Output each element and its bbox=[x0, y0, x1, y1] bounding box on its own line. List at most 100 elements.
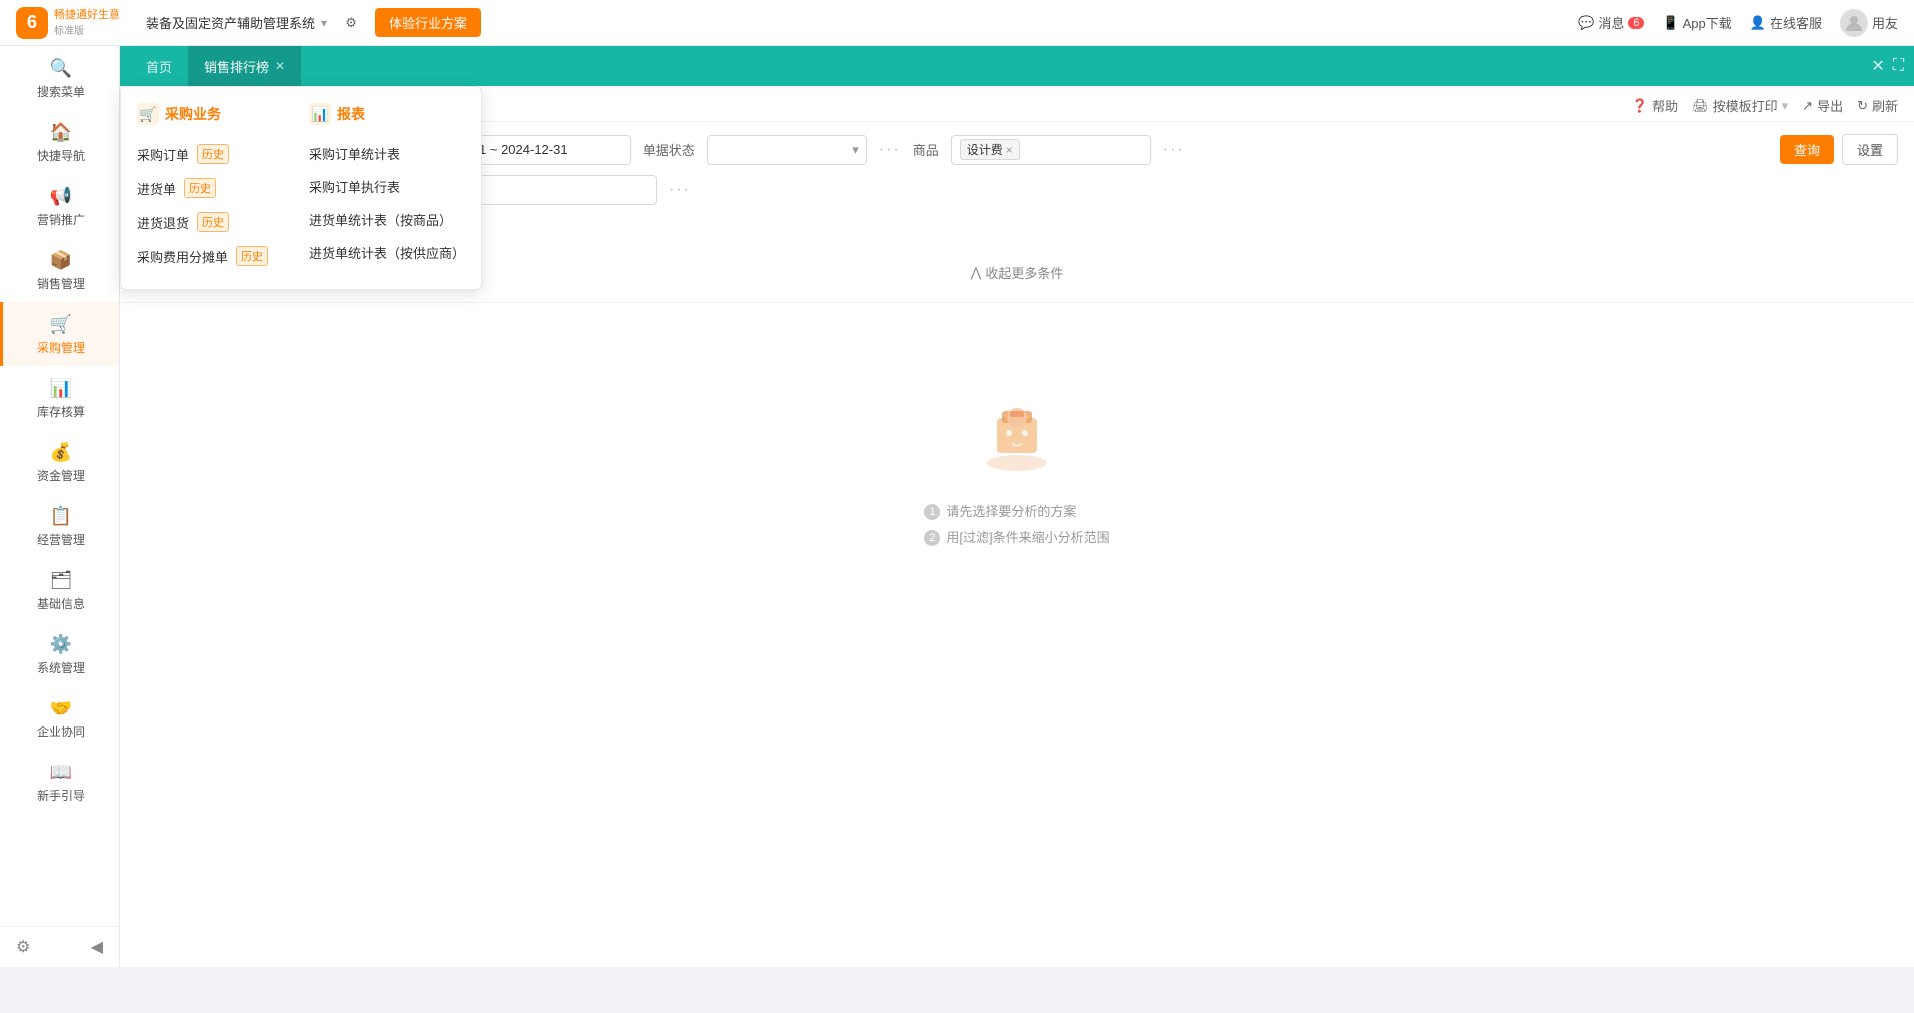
sidebar-label-sales: 销售管理 bbox=[37, 275, 85, 292]
gear-button[interactable]: ⚙ bbox=[337, 9, 365, 37]
operations-icon: 📋 bbox=[50, 506, 72, 527]
query-button[interactable]: 查询 bbox=[1780, 135, 1834, 164]
history-tag-0: 历史 bbox=[197, 144, 229, 164]
tab-home-label: 首页 bbox=[146, 57, 172, 76]
sidebar-label-purchase: 采购管理 bbox=[37, 339, 85, 356]
sidebar-label-enterprise: 企业协同 bbox=[37, 723, 85, 740]
sidebar-label-inventory: 库存核算 bbox=[37, 403, 85, 420]
sidebar-item-inventory[interactable]: 📊 库存核算 bbox=[0, 366, 119, 430]
goods-label: 商品 bbox=[913, 140, 939, 159]
sidebar-item-finance[interactable]: 💰 资金管理 bbox=[0, 430, 119, 494]
sidebar-item-marketing[interactable]: 📢 营销推广 bbox=[0, 174, 119, 238]
tab-close-icon[interactable]: ✕ bbox=[275, 59, 285, 73]
help-button[interactable]: ❓ 帮助 bbox=[1632, 96, 1678, 115]
sidebar-item-operations[interactable]: 📋 经营管理 bbox=[0, 494, 119, 558]
sidebar-item-sales[interactable]: 📦 销售管理 bbox=[0, 238, 119, 302]
status-label: 单据状态 bbox=[643, 140, 695, 159]
menu-col-purchase-title: 🛒 采购业务 bbox=[137, 103, 277, 125]
logo-badge: 标准版 bbox=[54, 22, 120, 37]
export-icon: ↗ bbox=[1802, 98, 1813, 114]
menu-item-label: 采购订单执行表 bbox=[309, 177, 400, 196]
menu-item-label: 进货退货 bbox=[137, 213, 189, 232]
menu-item-purchase-in[interactable]: 进货单 历史 bbox=[137, 171, 277, 205]
sidebar-label-finance: 资金管理 bbox=[37, 467, 85, 484]
status-select-wrap bbox=[707, 135, 867, 165]
messages-button[interactable]: 💬 消息 6 bbox=[1578, 13, 1644, 32]
tab-close-all-icon[interactable]: ✕ bbox=[1871, 56, 1884, 76]
logo-text: 畅捷通好生意 bbox=[54, 8, 120, 22]
sidebar-item-enterprise[interactable]: 🤝 企业协同 bbox=[0, 686, 119, 750]
goods-tag-input[interactable]: 设计费 × bbox=[951, 135, 1151, 165]
tab-home[interactable]: 首页 bbox=[130, 46, 188, 86]
tab-fullscreen-icon[interactable]: ⛶ bbox=[1893, 57, 1904, 75]
history-tag-3: 历史 bbox=[236, 246, 268, 266]
sidebar-label-operations: 经营管理 bbox=[37, 531, 85, 548]
app-download-button[interactable]: 📱 App下载 bbox=[1662, 13, 1731, 32]
system-dropdown-arrow[interactable]: ▾ bbox=[321, 16, 327, 30]
print-button[interactable]: 🖨 按模板打印 ▾ bbox=[1692, 96, 1788, 115]
menu-item-purchase-cost[interactable]: 采购费用分摊单 历史 bbox=[137, 239, 277, 273]
menu-item-label: 采购费用分摊单 bbox=[137, 247, 228, 266]
industry-button[interactable]: 体验行业方案 bbox=[375, 8, 481, 37]
sidebar-label-marketing: 营销推广 bbox=[37, 211, 85, 228]
goods-ellipsis[interactable]: ··· bbox=[1163, 141, 1185, 159]
sidebar-item-search[interactable]: 🔍 搜索菜单 bbox=[0, 46, 119, 110]
system-name: 装备及固定资产辅助管理系统 ▾ bbox=[146, 13, 327, 32]
logo-text-area: 畅捷通好生意 标准版 bbox=[54, 8, 120, 37]
status-select[interactable] bbox=[707, 135, 867, 165]
menu-item-label: 进货单 bbox=[137, 179, 176, 198]
menu-item-report-0[interactable]: 采购订单统计表 bbox=[309, 137, 465, 170]
system-icon: ⚙️ bbox=[50, 634, 72, 655]
history-tag-1: 历史 bbox=[184, 178, 216, 198]
collapse-label: 收起更多条件 bbox=[985, 263, 1063, 282]
settings-button[interactable]: 设置 bbox=[1842, 134, 1898, 165]
avatar bbox=[1840, 9, 1868, 37]
sidebar-label-quick: 快捷导航 bbox=[37, 147, 85, 164]
menu-item-purchase-order[interactable]: 采购订单 历史 bbox=[137, 137, 277, 171]
phone-icon: 📱 bbox=[1662, 15, 1678, 31]
history-tag-2: 历史 bbox=[197, 212, 229, 232]
menu-item-report-3[interactable]: 进货单统计表（按供应商） bbox=[309, 236, 465, 269]
sidebar-item-purchase[interactable]: 🛒 采购管理 bbox=[0, 302, 119, 366]
menu-col-report-title: 📊 报表 bbox=[309, 103, 465, 125]
online-service-button[interactable]: 👤 在线客服 bbox=[1750, 13, 1822, 32]
inventory-icon: 📊 bbox=[50, 378, 72, 399]
sidebar-item-base[interactable]: 🗂 基础信息 bbox=[0, 558, 119, 622]
finance-icon: 💰 bbox=[50, 442, 72, 463]
tip-num-2: 2 bbox=[924, 530, 940, 546]
goods-tag-remove[interactable]: × bbox=[1006, 143, 1013, 157]
sidebar-settings-button[interactable]: ⚙ bbox=[16, 937, 30, 957]
menu-item-report-1[interactable]: 采购订单执行表 bbox=[309, 170, 465, 203]
logo-area: 6 畅捷通好生意 标准版 bbox=[16, 7, 136, 39]
sidebar-item-quick[interactable]: 🏠 快捷导航 bbox=[0, 110, 119, 174]
export-button[interactable]: ↗ 导出 bbox=[1802, 96, 1843, 115]
empty-state: 1 请先选择要分析的方案 2 用[过滤]条件来缩小分析范围 bbox=[120, 303, 1914, 631]
sidebar-item-system[interactable]: ⚙️ 系统管理 bbox=[0, 622, 119, 686]
menu-item-purchase-return[interactable]: 进货退货 历史 bbox=[137, 205, 277, 239]
salesperson-input[interactable] bbox=[457, 175, 657, 205]
menu-item-report-2[interactable]: 进货单统计表（按商品） bbox=[309, 203, 465, 236]
service-icon: 👤 bbox=[1750, 15, 1766, 31]
goods-tag-item: 设计费 × bbox=[960, 139, 1020, 160]
sidebar-label-guide: 新手引导 bbox=[37, 787, 85, 804]
topbar-right: 💬 消息 6 📱 App下载 👤 在线客服 用友 bbox=[1578, 9, 1898, 37]
menu-col-purchase: 🛒 采购业务 采购订单 历史 进货单 历史 进货退货 历史 采购费用分摊单 历史 bbox=[137, 103, 277, 273]
sidebar-label-base: 基础信息 bbox=[37, 595, 85, 612]
topbar: 6 畅捷通好生意 标准版 装备及固定资产辅助管理系统 ▾ ⚙ 体验行业方案 💬 … bbox=[0, 0, 1914, 46]
tab-sales-rank[interactable]: 销售排行榜 ✕ bbox=[188, 46, 301, 86]
report-menu-icon: 📊 bbox=[309, 103, 331, 125]
refresh-button[interactable]: ↻ 刷新 bbox=[1857, 96, 1898, 115]
user-area[interactable]: 用友 bbox=[1840, 9, 1898, 37]
status-ellipsis[interactable]: ··· bbox=[879, 141, 901, 159]
print-icon: 🖨 bbox=[1692, 98, 1709, 114]
sidebar-item-guide[interactable]: 📖 新手引导 bbox=[0, 750, 119, 814]
purchase-menu-icon: 🛒 bbox=[137, 103, 159, 125]
print-dropdown-icon[interactable]: ▾ bbox=[1782, 98, 1789, 114]
purchase-icon: 🛒 bbox=[50, 314, 72, 335]
menu-col-report: 📊 报表 采购订单统计表 采购订单执行表 进货单统计表（按商品） 进货单统计表（… bbox=[309, 103, 465, 273]
topbar-center: 装备及固定资产辅助管理系统 ▾ ⚙ 体验行业方案 bbox=[136, 8, 1578, 37]
base-icon: 🗂 bbox=[50, 570, 73, 591]
salesperson-ellipsis[interactable]: ··· bbox=[669, 181, 691, 199]
sidebar-collapse-button[interactable]: ◀ bbox=[91, 937, 103, 957]
empty-illustration bbox=[967, 383, 1067, 483]
